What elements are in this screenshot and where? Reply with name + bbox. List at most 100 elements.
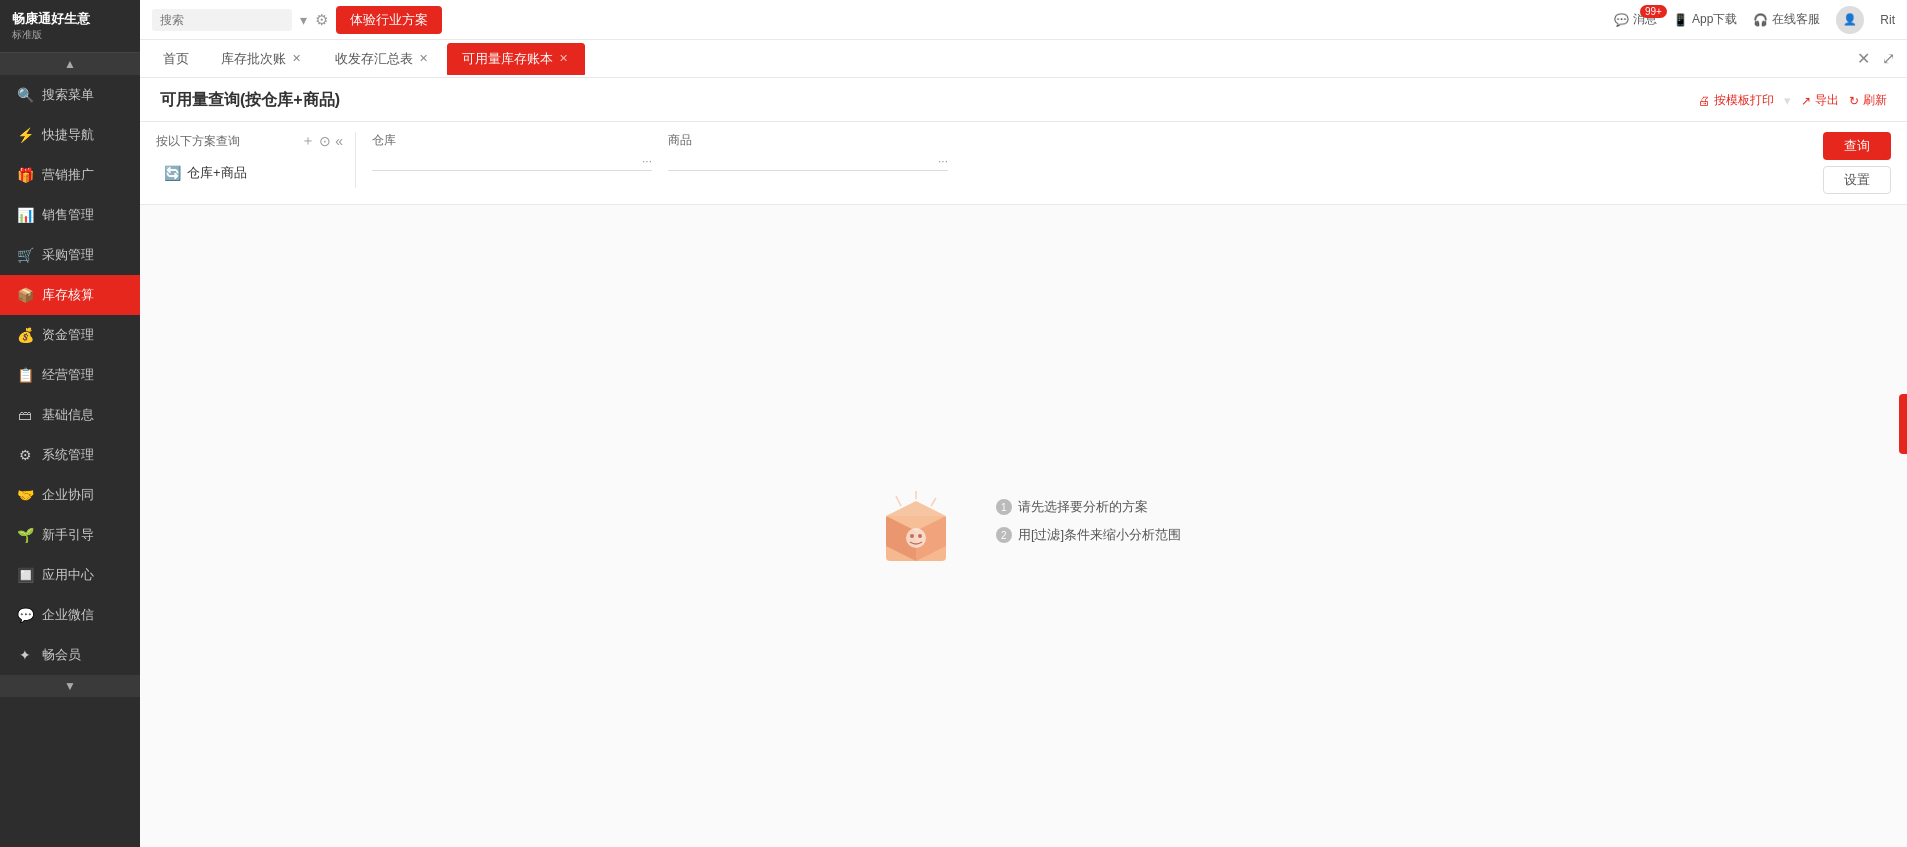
message-button[interactable]: 💬 消息 99+	[1614, 11, 1657, 28]
sidebar-item-marketing[interactable]: 🎁 营销推广	[0, 155, 140, 195]
member-icon: ✦	[16, 647, 34, 663]
sidebar-item-system[interactable]: ⚙ 系统管理	[0, 435, 140, 475]
tab-bar: 首页 库存批次账 ✕ 收发存汇总表 ✕ 可用量库存账本 ✕ ✕ ⤢	[140, 40, 1907, 78]
tab-batch[interactable]: 库存批次账 ✕	[206, 43, 318, 75]
print-label: 按模板打印	[1714, 92, 1774, 109]
app-download-button[interactable]: 📱 App下载	[1673, 11, 1737, 28]
sidebar: 畅康通好生意 标准版 ▲ 🔍 搜索菜单 ⚡ 快捷导航 🎁 营销推广 📊 销售管理…	[0, 0, 140, 847]
settings-scheme-icon[interactable]: ⊙	[319, 133, 331, 149]
cart-icon: 🛒	[16, 247, 34, 263]
filter-area: 仓库 ··· 商品 ···	[356, 132, 1807, 171]
scheme-panel: 按以下方案查询 ＋ ⊙ « 🔄 仓库+商品	[156, 132, 356, 188]
tab-expand-button[interactable]: ⤢	[1878, 45, 1899, 72]
sidebar-item-purchase[interactable]: 🛒 采购管理	[0, 235, 140, 275]
tab-available[interactable]: 可用量库存账本 ✕	[447, 43, 585, 75]
tab-close-button[interactable]: ✕	[1853, 45, 1874, 72]
empty-hint-1: 1 请先选择要分析的方案	[996, 498, 1181, 516]
tab-receipt-close-icon[interactable]: ✕	[417, 51, 430, 66]
warehouse-input[interactable]	[372, 153, 638, 168]
sidebar-label-appcenter: 应用中心	[42, 566, 94, 584]
sidebar-scroll-up[interactable]: ▲	[0, 53, 140, 75]
grid-icon: 🔲	[16, 567, 34, 583]
goods-input-wrap: ···	[668, 153, 948, 171]
sidebar-item-appcenter[interactable]: 🔲 应用中心	[0, 555, 140, 595]
sidebar-item-shortcut[interactable]: ⚡ 快捷导航	[0, 115, 140, 155]
svg-line-7	[896, 496, 901, 506]
separator-1: ▾	[1784, 93, 1791, 108]
money-icon: 💰	[16, 327, 34, 343]
empty-hints: 1 请先选择要分析的方案 2 用[过滤]条件来缩小分析范围	[996, 498, 1181, 554]
app-icon: 📱	[1673, 13, 1688, 27]
sprout-icon: 🌱	[16, 527, 34, 543]
warehouse-label: 仓库	[372, 132, 652, 149]
goods-label: 商品	[668, 132, 948, 149]
tabs-right-actions: ✕ ⤢	[1853, 45, 1907, 72]
topbar-gear-icon[interactable]: ⚙	[315, 11, 328, 29]
sidebar-item-search[interactable]: 🔍 搜索菜单	[0, 75, 140, 115]
print-button[interactable]: 🖨 按模板打印	[1698, 92, 1774, 109]
filter-goods: 商品 ···	[668, 132, 948, 171]
tab-home[interactable]: 首页	[148, 43, 204, 75]
tab-batch-close-icon[interactable]: ✕	[290, 51, 303, 66]
sidebar-item-operation[interactable]: 📋 经营管理	[0, 355, 140, 395]
sidebar-label-member: 畅会员	[42, 646, 81, 664]
sidebar-label-operation: 经营管理	[42, 366, 94, 384]
sidebar-item-finance[interactable]: 💰 资金管理	[0, 315, 140, 355]
tab-available-label: 可用量库存账本	[462, 50, 553, 68]
search-input[interactable]	[152, 9, 292, 31]
sidebar-item-wechat[interactable]: 💬 企业微信	[0, 595, 140, 635]
refresh-label: 刷新	[1863, 92, 1887, 109]
collapse-icon[interactable]: «	[335, 133, 343, 149]
message-badge: 99+	[1640, 5, 1667, 18]
export-label: 导出	[1815, 92, 1839, 109]
query-area: 按以下方案查询 ＋ ⊙ « 🔄 仓库+商品 仓库	[140, 122, 1907, 205]
tab-available-close-icon[interactable]: ✕	[557, 51, 570, 66]
sidebar-label-system: 系统管理	[42, 446, 94, 464]
sidebar-label-newbie: 新手引导	[42, 526, 94, 544]
add-scheme-icon[interactable]: ＋	[301, 132, 315, 150]
scheme-header-label: 按以下方案查询	[156, 133, 240, 150]
online-service-button[interactable]: 🎧 在线客服	[1753, 11, 1820, 28]
tab-receipt-label: 收发存汇总表	[335, 50, 413, 68]
sidebar-item-inventory[interactable]: 📦 库存核算	[0, 275, 140, 315]
message-icon: 💬	[1614, 13, 1629, 27]
page-title: 可用量查询(按仓库+商品)	[160, 90, 340, 111]
scheme-item-warehouse-goods[interactable]: 🔄 仓库+商品	[156, 158, 343, 188]
topbar: ▾ ⚙ 体验行业方案 💬 消息 99+ 📱 App下载 🎧 在线客服 👤 Rit	[140, 0, 1907, 40]
svg-point-4	[906, 528, 926, 548]
printer-icon: 🖨	[1698, 94, 1710, 108]
scheme-header: 按以下方案查询 ＋ ⊙ «	[156, 132, 343, 150]
sidebar-label-shortcut: 快捷导航	[42, 126, 94, 144]
warehouse-more-icon[interactable]: ···	[642, 154, 652, 168]
step-2-num: 2	[996, 527, 1012, 543]
sidebar-scroll-down[interactable]: ▼	[0, 675, 140, 697]
trial-button[interactable]: 体验行业方案	[336, 6, 442, 34]
sidebar-item-newbie[interactable]: 🌱 新手引导	[0, 515, 140, 555]
setting-button[interactable]: 设置	[1823, 166, 1891, 194]
clipboard-icon: 📋	[16, 367, 34, 383]
refresh-button[interactable]: ↻ 刷新	[1849, 92, 1887, 109]
empty-hint-2: 2 用[过滤]条件来缩小分析范围	[996, 526, 1181, 544]
tab-receipt[interactable]: 收发存汇总表 ✕	[320, 43, 445, 75]
sync-icon: 🔄	[164, 165, 181, 181]
export-button[interactable]: ↗ 导出	[1801, 92, 1839, 109]
query-button[interactable]: 查询	[1823, 132, 1891, 160]
refresh-icon: ↻	[1849, 94, 1859, 108]
dropdown-arrow-icon[interactable]: ▾	[300, 12, 307, 28]
sidebar-item-basic[interactable]: 🗃 基础信息	[0, 395, 140, 435]
headset-icon: 🎧	[1753, 13, 1768, 27]
sidebar-logo: 畅康通好生意 标准版	[0, 0, 140, 53]
chart-icon: 📊	[16, 207, 34, 223]
step-1-num: 1	[996, 499, 1012, 515]
sidebar-item-sales[interactable]: 📊 销售管理	[0, 195, 140, 235]
sidebar-label-purchase: 采购管理	[42, 246, 94, 264]
search-icon: 🔍	[16, 87, 34, 103]
sidebar-item-enterprise[interactable]: 🤝 企业协同	[0, 475, 140, 515]
sidebar-label-finance: 资金管理	[42, 326, 94, 344]
logo-tag: 标准版	[12, 28, 128, 42]
sidebar-item-member[interactable]: ✦ 畅会员	[0, 635, 140, 675]
goods-more-icon[interactable]: ···	[938, 154, 948, 168]
right-scroll-handle[interactable]	[1899, 394, 1907, 454]
goods-input[interactable]	[668, 153, 934, 168]
online-service-label: 在线客服	[1772, 11, 1820, 28]
